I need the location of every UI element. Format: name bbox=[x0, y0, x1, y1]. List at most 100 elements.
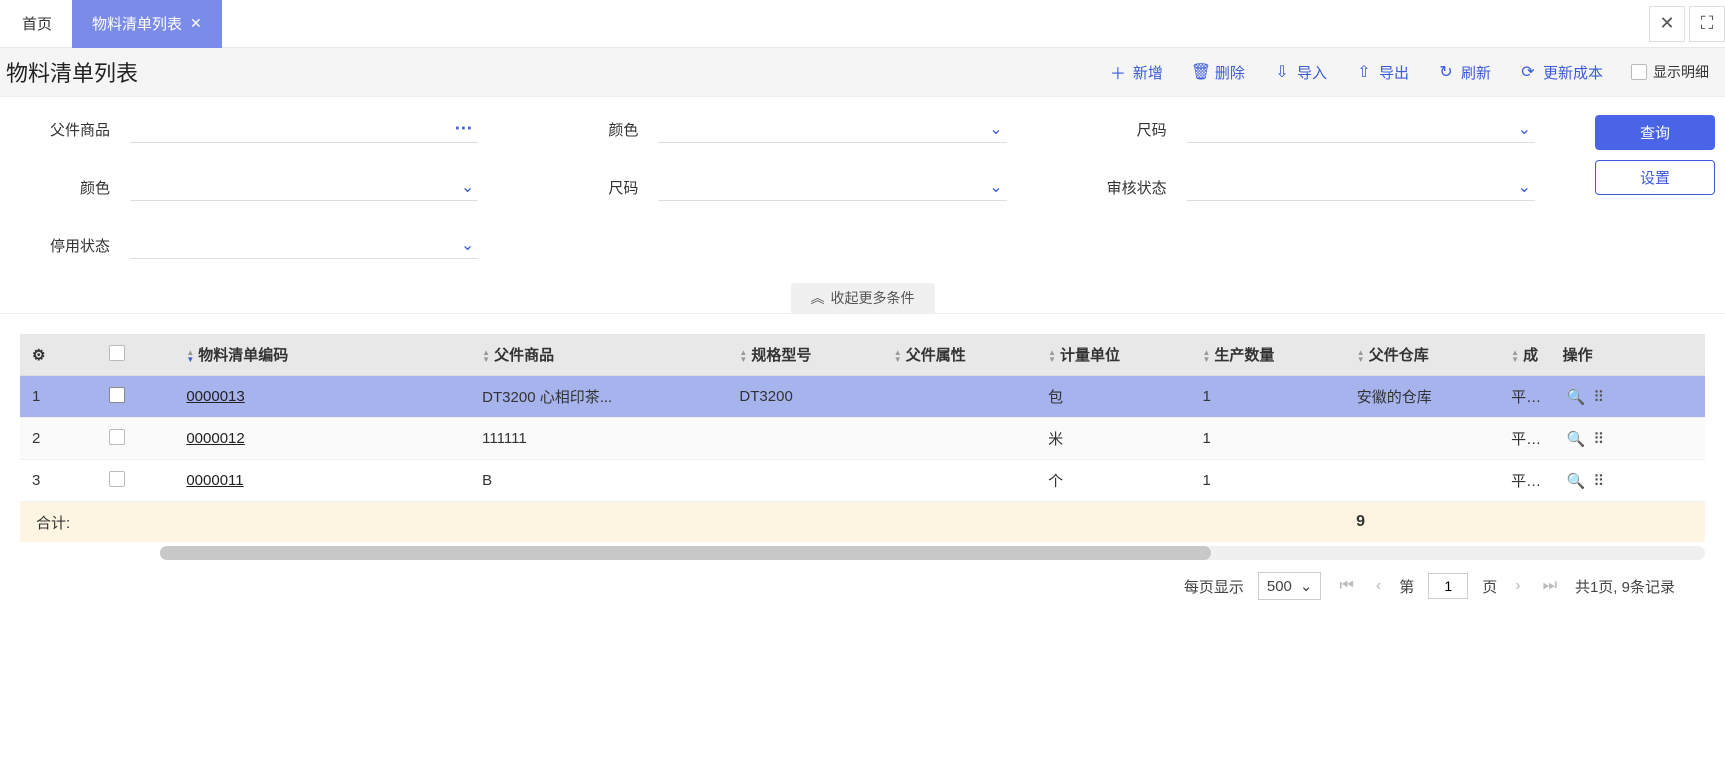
tab-bom-list[interactable]: 物料清单列表 ✕ bbox=[72, 0, 222, 48]
filter-parent-product-input[interactable]: ⋯ bbox=[130, 115, 478, 143]
col-extra[interactable]: ▲▼成 bbox=[1499, 334, 1550, 376]
tab-right-actions: ✕ ⛶ bbox=[1645, 0, 1725, 48]
more-icon[interactable]: ⠿ bbox=[1593, 388, 1604, 406]
import-button[interactable]: ⇩ 导入 bbox=[1273, 62, 1327, 83]
table-scroll[interactable]: ⚙ ▲▼物料清单编码 ▲▼父件商品 ▲▼规格型号 ▲▼父件属性 ▲▼计量单位 ▲… bbox=[20, 334, 1705, 502]
row-checkbox[interactable] bbox=[97, 376, 174, 418]
filter-audit-status-input[interactable]: ⌄ bbox=[1187, 173, 1535, 201]
cell-bom-code[interactable]: 0000011 bbox=[174, 460, 470, 502]
cell-bom-code[interactable]: 0000013 bbox=[174, 376, 470, 418]
refresh-button[interactable]: ↻刷新 bbox=[1437, 62, 1491, 83]
col-parent-product[interactable]: ▲▼父件商品 bbox=[470, 334, 727, 376]
filter-size-label: 尺码 bbox=[1067, 119, 1187, 140]
cell-extra: 平均 bbox=[1499, 460, 1550, 502]
cell-unit: 个 bbox=[1036, 460, 1190, 502]
next-page-button[interactable]: › bbox=[1511, 577, 1524, 595]
page-suffix: 页 bbox=[1482, 576, 1497, 597]
fullscreen-button[interactable]: ⛶ bbox=[1689, 6, 1725, 42]
toolbar: ＋新增 🗑删除 ⇩ 导入 ⇧导出 ↻刷新 ⟳ 更新成本 显示明细 bbox=[1109, 60, 1719, 84]
view-icon[interactable]: 🔍 bbox=[1567, 430, 1586, 448]
bom-code-link[interactable]: 0000011 bbox=[186, 472, 243, 489]
col-qty[interactable]: ▲▼生产数量 bbox=[1190, 334, 1344, 376]
filter-size2-input[interactable]: ⌄ bbox=[658, 173, 1006, 201]
query-button[interactable]: 查询 bbox=[1595, 115, 1715, 150]
tab-home-label: 首页 bbox=[22, 13, 52, 34]
column-settings-button[interactable]: ⚙ bbox=[20, 334, 97, 376]
cell-bom-code[interactable]: 0000012 bbox=[174, 418, 470, 460]
per-page-value: 500 bbox=[1267, 578, 1292, 595]
per-page-select[interactable]: 500 ⌄ bbox=[1258, 572, 1322, 600]
view-icon[interactable]: 🔍 bbox=[1567, 388, 1586, 406]
filter-audit-status: 审核状态 ⌄ bbox=[1067, 173, 1535, 201]
checkbox-icon bbox=[109, 387, 125, 403]
pagination: 每页显示 500 ⌄ ⏮ ‹ 第 页 › ⏭ 共1页, 9条记录 bbox=[20, 560, 1705, 600]
close-all-button[interactable]: ✕ bbox=[1649, 6, 1685, 42]
import-label: 导入 bbox=[1297, 62, 1327, 83]
checkbox-icon bbox=[109, 429, 125, 445]
cell-warehouse: 安徽的仓库 bbox=[1345, 376, 1499, 418]
filter-color: 颜色 ⌄ bbox=[538, 115, 1006, 143]
close-icon[interactable]: ✕ bbox=[190, 15, 202, 32]
view-icon[interactable]: 🔍 bbox=[1567, 472, 1586, 490]
col-unit[interactable]: ▲▼计量单位 bbox=[1036, 334, 1190, 376]
tab-home[interactable]: 首页 bbox=[2, 0, 72, 48]
cell-product: B bbox=[470, 460, 727, 502]
table-row[interactable]: 10000013DT3200 心相印茶...DT3200包1安徽的仓库平均🔍⠿ bbox=[20, 376, 1705, 418]
settings-button[interactable]: 设置 bbox=[1595, 160, 1715, 195]
cell-attr bbox=[882, 418, 1036, 460]
cell-qty: 1 bbox=[1190, 418, 1344, 460]
row-checkbox[interactable] bbox=[97, 460, 174, 502]
col-parent-attr[interactable]: ▲▼父件属性 bbox=[882, 334, 1036, 376]
bom-code-link[interactable]: 0000013 bbox=[186, 388, 244, 405]
cell-qty: 1 bbox=[1190, 460, 1344, 502]
filter-size-input[interactable]: ⌄ bbox=[1187, 115, 1535, 143]
more-icon[interactable]: ⠿ bbox=[1593, 472, 1604, 490]
chevron-down-icon: ⌄ bbox=[1300, 577, 1313, 595]
first-page-button[interactable]: ⏮ bbox=[1335, 577, 1357, 595]
table-row[interactable]: 20000012111111米1平均🔍⠿ bbox=[20, 418, 1705, 460]
scrollbar-thumb[interactable] bbox=[160, 546, 1211, 560]
filter-parent-product: 父件商品 ⋯ bbox=[10, 115, 478, 143]
filter-color-input[interactable]: ⌄ bbox=[658, 115, 1006, 143]
show-detail-checkbox[interactable]: 显示明细 bbox=[1631, 62, 1709, 82]
page-title: 物料清单列表 bbox=[6, 56, 138, 88]
chevron-down-icon: ⌄ bbox=[461, 235, 478, 255]
export-button[interactable]: ⇧导出 bbox=[1355, 62, 1409, 83]
delete-label: 删除 bbox=[1215, 62, 1245, 83]
import-icon: ⇩ bbox=[1273, 62, 1291, 82]
horizontal-scrollbar[interactable] bbox=[160, 546, 1705, 560]
more-icon[interactable]: ⠿ bbox=[1593, 430, 1604, 448]
filter-color2-input[interactable]: ⌄ bbox=[130, 173, 478, 201]
collapse-button[interactable]: ︽ 收起更多条件 bbox=[791, 283, 935, 313]
row-checkbox[interactable] bbox=[97, 418, 174, 460]
filter-color-label: 颜色 bbox=[538, 119, 658, 140]
update-cost-button[interactable]: ⟳ 更新成本 bbox=[1519, 62, 1603, 83]
cell-spec bbox=[727, 460, 881, 502]
add-button[interactable]: ＋新增 bbox=[1109, 60, 1163, 84]
page-header: 物料清单列表 ＋新增 🗑删除 ⇩ 导入 ⇧导出 ↻刷新 ⟳ 更新成本 显示明细 bbox=[0, 48, 1725, 96]
col-bom-code[interactable]: ▲▼物料清单编码 bbox=[174, 334, 470, 376]
row-index: 3 bbox=[20, 460, 97, 502]
plus-icon: ＋ bbox=[1109, 60, 1127, 84]
update-cost-label: 更新成本 bbox=[1543, 62, 1603, 83]
page-input[interactable] bbox=[1428, 573, 1468, 599]
filter-disable-status-input[interactable]: ⌄ bbox=[130, 231, 478, 259]
cell-warehouse bbox=[1345, 460, 1499, 502]
sort-icon: ▲▼ bbox=[1511, 349, 1519, 363]
cost-icon: ⟳ bbox=[1519, 62, 1537, 82]
delete-button[interactable]: 🗑删除 bbox=[1191, 62, 1245, 83]
cell-spec bbox=[727, 418, 881, 460]
last-page-button[interactable]: ⏭ bbox=[1539, 577, 1561, 595]
table-row[interactable]: 3 0000011 B 个1 平均 🔍 ⠿ bbox=[20, 460, 1705, 502]
pager-summary: 共1页, 9条记录 bbox=[1575, 576, 1675, 597]
bom-code-link[interactable]: 0000012 bbox=[186, 430, 244, 447]
cell-product: 111111 bbox=[470, 418, 727, 460]
col-parent-product-label: 父件商品 bbox=[494, 347, 554, 364]
select-all-header[interactable] bbox=[97, 334, 174, 376]
col-spec[interactable]: ▲▼规格型号 bbox=[727, 334, 881, 376]
col-warehouse[interactable]: ▲▼父件仓库 bbox=[1345, 334, 1499, 376]
prev-page-button[interactable]: ‹ bbox=[1372, 577, 1385, 595]
sort-icon: ▲▼ bbox=[894, 349, 902, 363]
total-row: 合计: 9 bbox=[20, 502, 1705, 542]
col-unit-label: 计量单位 bbox=[1060, 347, 1120, 364]
